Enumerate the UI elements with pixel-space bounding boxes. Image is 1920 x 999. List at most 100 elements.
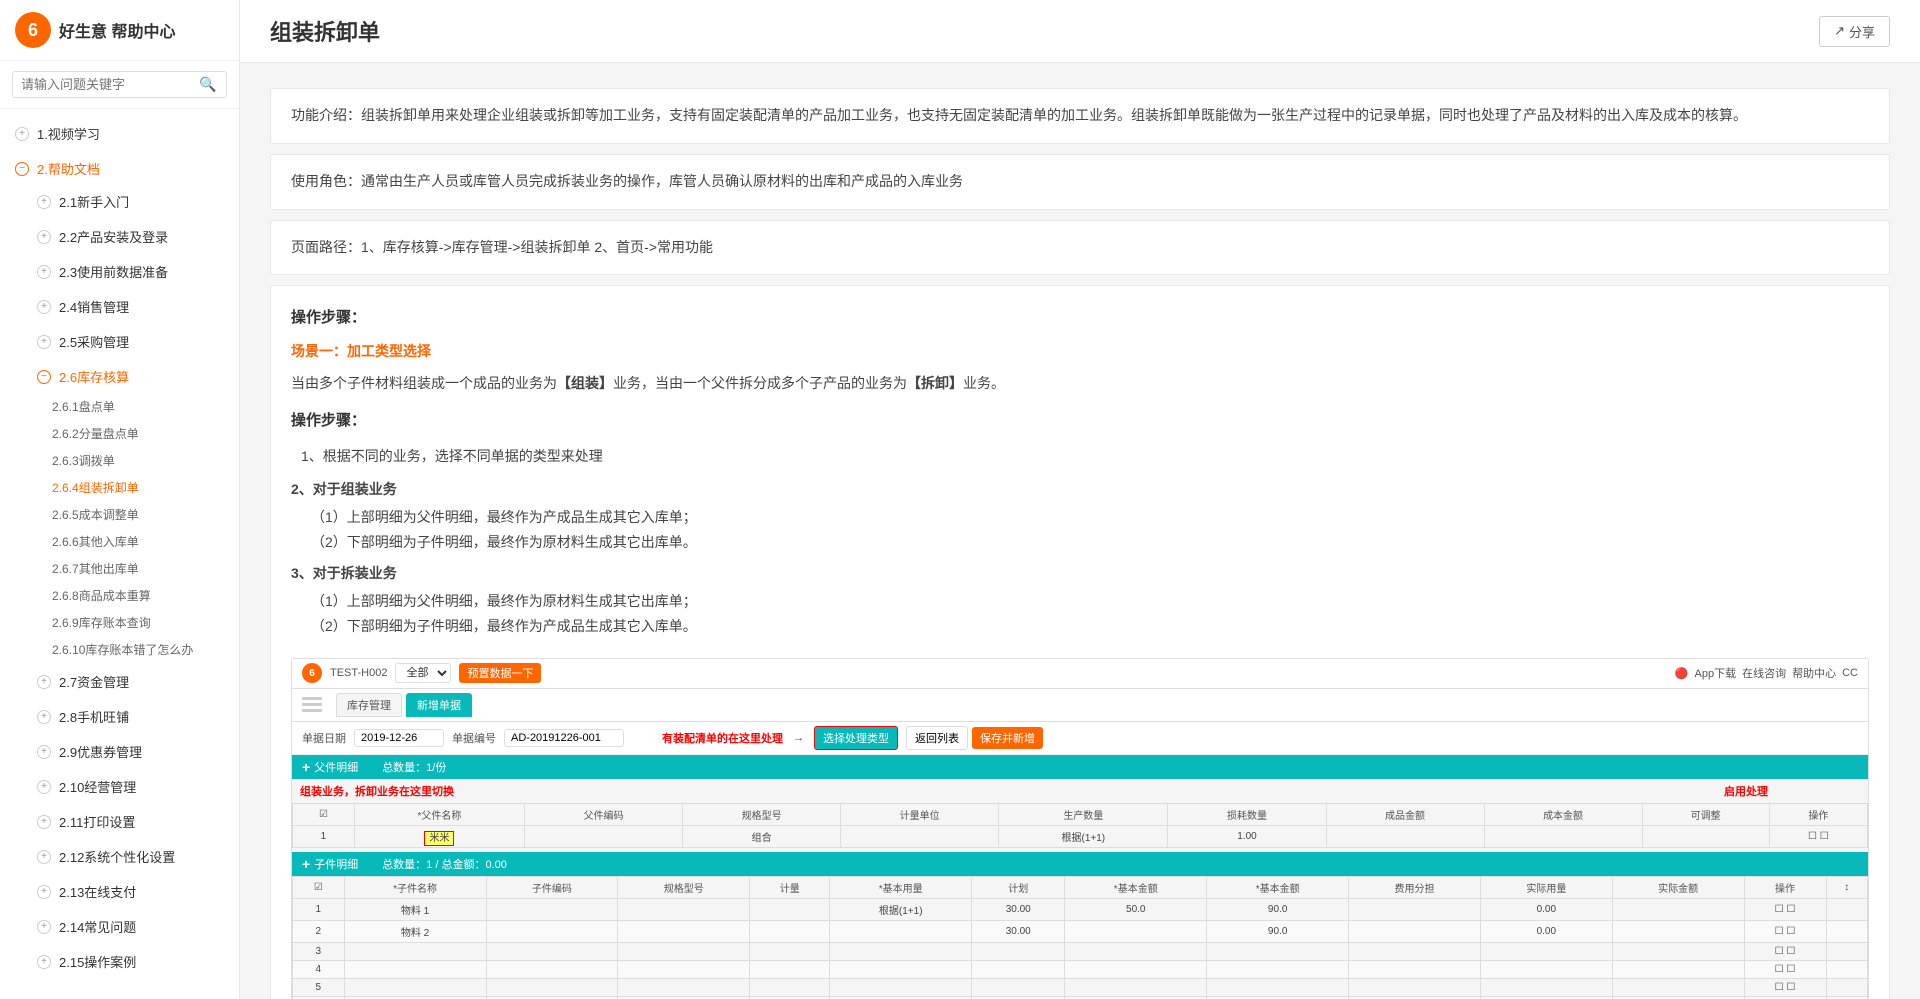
expand-icon-2-12: + (37, 850, 51, 864)
sidebar-item-2-6-9[interactable]: 2.6.9库存账本查询 (0, 609, 239, 636)
mock-topbar: 6 TEST-H002 全部 预置数据一下 🔴 App下载 在线咨询 帮助中心 … (292, 659, 1868, 689)
ops-steps-title: 操作步骤： (291, 409, 1869, 430)
table-row: 1 物料 1 根据(1+1) 30.00 50.0 90.0 (293, 898, 1868, 920)
sidebar-item-help-docs[interactable]: − 2.帮助文档 (0, 152, 239, 185)
mock-back-btn[interactable]: 返回列表 (906, 726, 968, 750)
path-text: 页面路径：1、库存核算->库存管理->组装拆卸单 2、首页->常用功能 (291, 236, 1869, 260)
scene1-desc: 当由多个子件材料组装成一个成品的业务为【组装】业务，当由一个父件拆分成多个子产品… (291, 371, 1869, 396)
share-button[interactable]: ↗ 分享 (1819, 16, 1890, 47)
nav-group-2-13: + 2.13在线支付 (0, 875, 239, 908)
mock-enable-annotation: 启用处理 (1724, 783, 1768, 799)
sidebar: 6 好生意 帮助中心 🔍 + 1.视频学习 − 2.帮助文档 + (0, 0, 240, 999)
nav-group-2-5: + 2.5采购管理 (0, 325, 239, 358)
sidebar-item-video-learning[interactable]: + 1.视频学习 (0, 117, 239, 150)
step2-1: （1）上部明细为父件明细，最终作为产成品生成其它入库单； (311, 505, 1869, 530)
sidebar-item-ops[interactable]: + 2.10经营管理 (0, 770, 239, 803)
scene1-title: 场景一：加工类型选择 (291, 341, 1869, 361)
sidebar-item-cases[interactable]: + 2.15操作案例 (0, 945, 239, 978)
mock-date-label: 单据日期 (302, 730, 346, 746)
mock-annotation1-arrow: → (793, 732, 804, 744)
mock-tab-new[interactable]: 新增单据 (406, 693, 472, 717)
sidebar-item-print[interactable]: + 2.11打印设置 (0, 805, 239, 838)
sidebar-nav: + 1.视频学习 − 2.帮助文档 + 2.1新手入门 (0, 109, 239, 999)
sidebar-item-2-6-1[interactable]: 2.6.1盘点单 (0, 393, 239, 420)
mock-num-label: 单据编号 (452, 730, 496, 746)
nav-group-2-7: + 2.7资金管理 (0, 665, 239, 698)
search-input[interactable] (12, 71, 227, 98)
help-docs-sub: + 2.1新手入门 + 2.2产品安装及登录 + 2.3使用前数据准备 (0, 185, 239, 978)
step2: 2、对于组装业务 (291, 479, 1869, 499)
mock-preset-btn[interactable]: 预置数据一下 (459, 663, 541, 683)
mock-topbar-right: 🔴 App下载 在线咨询 帮助中心 CC (1675, 665, 1858, 681)
mock-form-row1: 单据日期 单据编号 有装配清单的在这里处理 → 选择处理类型 返回列表 (292, 722, 1868, 755)
sidebar-item-2-6-7[interactable]: 2.6.7其他出库单 (0, 555, 239, 582)
sidebar-item-2-6-10[interactable]: 2.6.10库存账本错了怎么办 (0, 636, 239, 663)
step3: 3、对于拆装业务 (291, 563, 1869, 583)
mock-tab-inventory[interactable]: 库存管理 (336, 693, 402, 717)
step2-2: （2）下部明细为子件明细，最终作为原材料生成其它出库单。 (311, 530, 1869, 555)
sidebar-item-2-6-3[interactable]: 2.6.3调拨单 (0, 447, 239, 474)
table-row: 2 物料 2 30.00 90.0 (293, 920, 1868, 942)
main-header: 组装拆卸单 ↗ 分享 (240, 0, 1920, 63)
sidebar-item-2-6-4[interactable]: 2.6.4组装拆卸单 (0, 474, 239, 501)
mock-switch-annotation: 组装业务，拆卸业务在这里切换 (300, 783, 454, 799)
sidebar-item-coupon[interactable]: + 2.9优惠券管理 (0, 735, 239, 768)
sidebar-item-faq[interactable]: + 2.14常见问题 (0, 910, 239, 943)
collapse-icon: − (15, 162, 29, 176)
sidebar-item-settings[interactable]: + 2.12系统个性化设置 (0, 840, 239, 873)
mock-sidebar-icons (302, 697, 332, 712)
sidebar-item-payment[interactable]: + 2.13在线支付 (0, 875, 239, 908)
nav-group-help-docs: − 2.帮助文档 + 2.1新手入门 + 2.2产品安装及登录 (0, 152, 239, 978)
nav-group-2-15: + 2.15操作案例 (0, 945, 239, 978)
step3-1: （1）上部明细为父件明细，最终作为原材料生成其它出库单； (311, 589, 1869, 614)
expand-icon-2-8: + (37, 710, 51, 724)
mock-save-btn[interactable]: 保存并新增 (972, 727, 1043, 749)
sidebar-item-2-6-5[interactable]: 2.6.5成本调整单 (0, 501, 239, 528)
share-icon: ↗ (1834, 23, 1845, 39)
expand-icon-2-9: + (37, 745, 51, 759)
screenshot-container: 6 TEST-H002 全部 预置数据一下 🔴 App下载 在线咨询 帮助中心 … (291, 658, 1869, 999)
sidebar-item-2-6-2[interactable]: 2.6.2分量盘点单 (0, 420, 239, 447)
mock-type-btn[interactable]: 选择处理类型 (814, 726, 898, 750)
mock-annotation1-text: 有装配清单的在这里处理 (662, 730, 783, 746)
nav-group-2-11: + 2.11打印设置 (0, 805, 239, 838)
inventory-sub: 2.6.1盘点单 2.6.2分量盘点单 2.6.3调拨单 2.6.4组装拆卸单 … (0, 393, 239, 663)
sidebar-item-2-6-6[interactable]: 2.6.6其他入库单 (0, 528, 239, 555)
sidebar-item-purchase[interactable]: + 2.5采购管理 (0, 325, 239, 358)
sidebar-item-beginner[interactable]: + 2.1新手入门 (0, 185, 239, 218)
nav-group-2-12: + 2.12系统个性化设置 (0, 840, 239, 873)
expand-icon-2-7: + (37, 675, 51, 689)
mock-num-input[interactable] (504, 729, 624, 747)
mock-table2-container: ☑ *子件名称 子件编码 规格型号 计量 *基本用量 计划 *基本金额 *基本金… (292, 876, 1868, 999)
expand-icon-2-1: + (37, 195, 51, 209)
mock-type-select-area: 选择处理类型 (814, 726, 898, 750)
sidebar-item-data-prep[interactable]: + 2.3使用前数据准备 (0, 255, 239, 288)
mock-app-select[interactable]: 全部 (395, 663, 451, 683)
sidebar-item-sales[interactable]: + 2.4销售管理 (0, 290, 239, 323)
sidebar-item-mobile[interactable]: + 2.8手机旺铺 (0, 700, 239, 733)
sidebar-item-inventory[interactable]: − 2.6库存核算 (0, 360, 239, 393)
step3-2: （2）下部明细为子件明细，最终作为产成品生成其它入库单。 (311, 614, 1869, 639)
mock-app-logo: 6 (302, 663, 322, 683)
search-button[interactable]: 🔍 (199, 76, 216, 93)
nav-group-2-4: + 2.4销售管理 (0, 290, 239, 323)
mock-annotation1-area: 有装配清单的在这里处理 → 选择处理类型 返回列表 保存并新增 (632, 726, 1858, 750)
step1: 1、根据不同的业务，选择不同单据的类型来处理 (301, 444, 1869, 469)
sidebar-item-finance[interactable]: + 2.7资金管理 (0, 665, 239, 698)
expand-icon-2-4: + (37, 300, 51, 314)
page-title: 组装拆卸单 (270, 15, 380, 47)
nav-group-2-8: + 2.8手机旺铺 (0, 700, 239, 733)
sidebar-item-2-6-8[interactable]: 2.6.8商品成本重算 (0, 582, 239, 609)
sidebar-header: 6 好生意 帮助中心 (0, 0, 239, 61)
role-text: 使用角色：通常由生产人员或库管人员完成拆装业务的操作，库管人员确认原材料的出库和… (291, 170, 1869, 194)
mock-date-input[interactable] (354, 729, 444, 747)
mock-section-label: 父件明细 (314, 759, 358, 775)
nav-group-2-3: + 2.3使用前数据准备 (0, 255, 239, 288)
nav-group-label: 2.帮助文档 (37, 159, 100, 178)
ops-title: 操作步骤： (291, 306, 1869, 327)
mock-app: 6 TEST-H002 全部 预置数据一下 🔴 App下载 在线咨询 帮助中心 … (292, 659, 1868, 999)
nav-group-2-6: − 2.6库存核算 2.6.1盘点单 2.6.2分量盘点单 2.6.3调拨单 2… (0, 360, 239, 663)
sidebar-item-install[interactable]: + 2.2产品安装及登录 (0, 220, 239, 253)
logo-icon: 6 (15, 12, 51, 48)
nav-group-2-10: + 2.10经营管理 (0, 770, 239, 803)
